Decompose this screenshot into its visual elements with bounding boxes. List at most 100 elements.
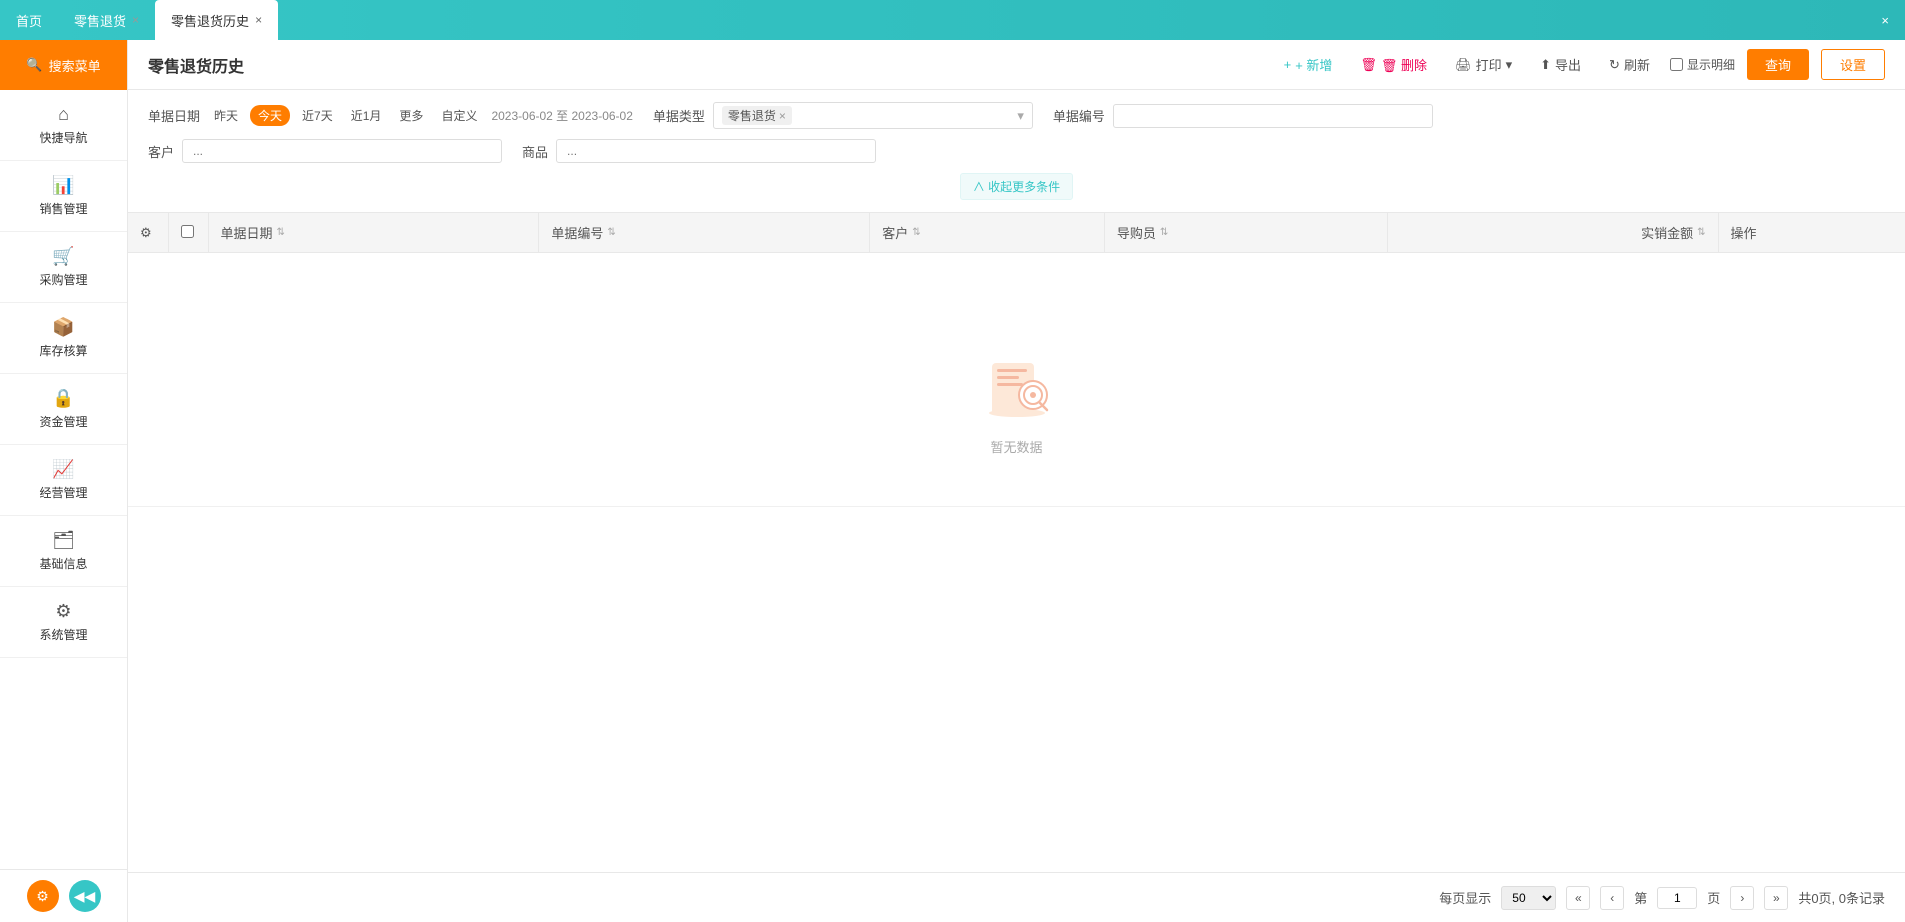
gear-icon: ⚙ (36, 888, 49, 905)
export-button[interactable]: ⬆ 导出 (1532, 51, 1589, 78)
sidebar-item-basic-info[interactable]: 🗂 基础信息 (0, 516, 127, 587)
goods-filter: 商品 (522, 139, 876, 163)
date-opt-more[interactable]: 更多 (393, 105, 429, 126)
sidebar-item-finance[interactable]: 🔒 资金管理 (0, 374, 127, 445)
sales-icon: 📊 (52, 175, 74, 196)
page-header: 零售退货历史 + + 新增 🗑 🗑 删除 🖨 打印 ▾ ⬆ 导出 (128, 40, 1905, 90)
guide-sort-icon: ⇅ (1160, 227, 1168, 238)
page-size-label: 每页显示 (1439, 888, 1491, 907)
customer-sort-icon: ⇅ (912, 227, 920, 238)
operation-icon: 📈 (52, 459, 74, 480)
tab-retail-return-close[interactable]: × (132, 13, 139, 27)
page-size-select[interactable]: 10 20 50 100 (1501, 886, 1556, 910)
sidebar: 🔍 搜索菜单 ⌂ 快捷导航 📊 销售管理 🛒 采购管理 📦 库存核算 🔒 资金管… (0, 40, 128, 922)
filter-row-1: 单据日期 昨天 今天 近7天 近1月 更多 自定义 2023-06-02 至 2… (148, 102, 1885, 129)
sidebar-bottom: ⚙ ◀◀ (0, 869, 127, 922)
purchase-icon: 🛒 (52, 246, 74, 267)
new-icon: + (1284, 57, 1292, 72)
settings-btn[interactable]: 设置 (1821, 49, 1885, 80)
table-header-row: ⚙ 单据日期 ⇅ 单据编号 (128, 213, 1905, 253)
tab-home[interactable]: 首页 (0, 0, 58, 40)
table-body: 暂无数据 (128, 253, 1905, 507)
select-all-checkbox[interactable] (181, 225, 194, 238)
date-opt-today[interactable]: 今天 (250, 105, 290, 126)
customer-input[interactable] (182, 139, 502, 163)
filter-row-2: 客户 商品 (148, 139, 1885, 163)
sidebar-item-purchase[interactable]: 🛒 采购管理 (0, 232, 127, 303)
bill-no-filter: 单据编号 (1053, 104, 1433, 128)
page-label-pre: 第 (1634, 888, 1647, 907)
tab-retail-return-history[interactable]: 零售退货历史 × (155, 0, 278, 40)
collapse-row: ∧ 收起更多条件 (148, 173, 1885, 200)
page-label-post: 页 (1707, 888, 1720, 907)
bill-type-input[interactable]: 零售退货 × ▾ (713, 102, 1033, 129)
th-ops: 操作 (1718, 213, 1905, 253)
empty-icon (977, 343, 1057, 423)
tab-retail-return[interactable]: 零售退货 × (58, 0, 155, 40)
page-title: 零售退货历史 (148, 53, 244, 77)
print-button[interactable]: 🖨 打印 ▾ (1447, 51, 1520, 78)
page-input[interactable] (1657, 887, 1697, 909)
settings-button[interactable]: ⚙ (27, 880, 59, 912)
tab-retail-return-history-close[interactable]: × (255, 13, 262, 27)
refresh-icon: ↻ (1609, 57, 1620, 73)
empty-state: 暂无数据 (140, 263, 1893, 496)
goods-input[interactable] (556, 139, 876, 163)
th-gear[interactable]: ⚙ (128, 213, 168, 253)
date-opt-1month[interactable]: 近1月 (345, 105, 388, 126)
system-icon: ⚙ (55, 601, 71, 622)
page-last-button[interactable]: » (1764, 886, 1788, 910)
th-no[interactable]: 单据编号 ⇅ (539, 213, 870, 253)
print-icon: 🖨 (1455, 57, 1472, 73)
sidebar-item-operation[interactable]: 📈 经营管理 (0, 445, 127, 516)
sidebar-item-system[interactable]: ⚙ 系统管理 (0, 587, 127, 658)
search-icon: 🔍 (26, 57, 42, 73)
th-guide[interactable]: 导购员 ⇅ (1104, 213, 1387, 253)
amount-sort-icon: ⇅ (1697, 227, 1705, 238)
bill-type-tag: 零售退货 × (722, 106, 792, 125)
sidebar-item-sales[interactable]: 📊 销售管理 (0, 161, 127, 232)
date-opt-7days[interactable]: 近7天 (296, 105, 339, 126)
query-button[interactable]: 查询 (1747, 49, 1809, 80)
refresh-button[interactable]: ↻ 刷新 (1601, 51, 1658, 78)
home-icon: ⌂ (58, 104, 69, 125)
filter-bar: 单据日期 昨天 今天 近7天 近1月 更多 自定义 2023-06-02 至 2… (128, 90, 1905, 213)
collapse-button[interactable]: ∧ 收起更多条件 (960, 173, 1073, 200)
empty-state-cell: 暂无数据 (128, 253, 1905, 507)
sidebar-item-inventory[interactable]: 📦 库存核算 (0, 303, 127, 374)
bill-type-tag-inner[interactable] (796, 109, 1013, 123)
show-detail-checkbox[interactable]: 显示明细 (1670, 56, 1735, 73)
th-checkbox[interactable] (168, 213, 208, 253)
date-filter: 单据日期 昨天 今天 近7天 近1月 更多 自定义 2023-06-02 至 2… (148, 105, 633, 126)
date-options: 昨天 今天 近7天 近1月 更多 自定义 (208, 105, 483, 126)
content-area: 零售退货历史 + + 新增 🗑 🗑 删除 🖨 打印 ▾ ⬆ 导出 (128, 40, 1905, 922)
top-bar: 首页 零售退货 × 零售退货历史 × × (0, 0, 1905, 40)
sound-button[interactable]: ◀◀ (69, 880, 101, 912)
new-button[interactable]: + + 新增 (1276, 51, 1341, 78)
date-opt-custom[interactable]: 自定义 (435, 105, 483, 126)
bill-no-input[interactable] (1113, 104, 1433, 128)
empty-state-row: 暂无数据 (128, 253, 1905, 507)
total-info: 共0页, 0条记录 (1798, 888, 1885, 907)
print-dropdown-icon: ▾ (1506, 57, 1513, 73)
page-prev-button[interactable]: ‹ (1600, 886, 1624, 910)
customer-filter: 客户 (148, 139, 502, 163)
page-first-button[interactable]: « (1566, 886, 1590, 910)
show-detail-check[interactable] (1670, 58, 1683, 71)
export-icon: ⬆ (1540, 57, 1551, 73)
sidebar-search[interactable]: 🔍 搜索菜单 (0, 40, 127, 90)
sidebar-item-quick-nav[interactable]: ⌂ 快捷导航 (0, 90, 127, 161)
th-date[interactable]: 单据日期 ⇅ (208, 213, 539, 253)
delete-icon: 🗑 (1360, 57, 1377, 73)
empty-text: 暂无数据 (990, 437, 1042, 456)
bill-type-dropdown-icon: ▾ (1017, 108, 1024, 124)
top-bar-close[interactable]: × (1881, 13, 1905, 28)
page-next-button[interactable]: › (1730, 886, 1754, 910)
delete-button[interactable]: 🗑 🗑 删除 (1352, 51, 1435, 78)
th-amount[interactable]: 实销金额 ⇅ (1387, 213, 1718, 253)
date-opt-yesterday[interactable]: 昨天 (208, 105, 244, 126)
date-sort-icon: ⇅ (277, 227, 285, 238)
th-customer[interactable]: 客户 ⇅ (870, 213, 1105, 253)
header-actions: + + 新增 🗑 🗑 删除 🖨 打印 ▾ ⬆ 导出 ↻ (1276, 49, 1885, 80)
bill-type-tag-close[interactable]: × (779, 109, 786, 123)
